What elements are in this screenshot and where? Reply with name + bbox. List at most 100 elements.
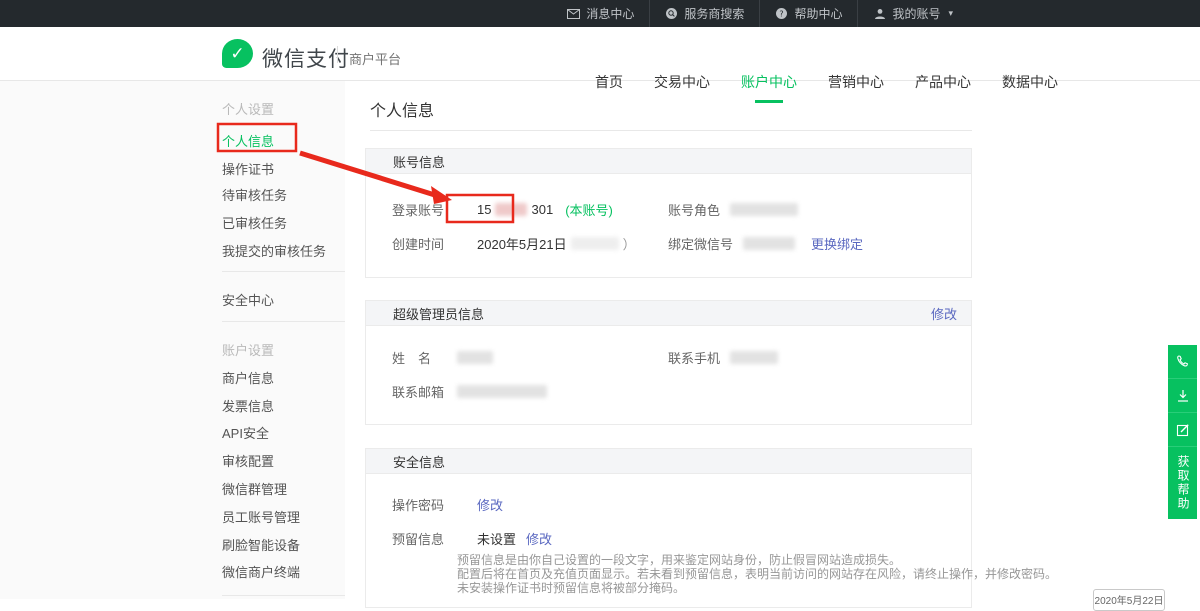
reserved-info-status: 未设置	[477, 529, 516, 548]
created-time-row: 创建时间 2020年5月21日 ）	[392, 234, 636, 253]
sidebar-item-face-devices[interactable]: 刷脸智能设备	[222, 535, 300, 554]
security-info-section-header: 安全信息	[366, 449, 971, 474]
topbar-item-label: 我的账号	[892, 5, 940, 22]
sidebar-divider	[222, 321, 345, 322]
admin-email-row: 联系邮箱	[392, 382, 547, 401]
admin-name-label: 姓 名	[392, 348, 431, 367]
sidebar-item-operation-certificate[interactable]: 操作证书	[222, 159, 274, 178]
admin-phone-row: 联系手机	[668, 348, 778, 367]
topbar-item-label: 帮助中心	[794, 5, 842, 22]
own-account-note: (本账号)	[565, 200, 613, 219]
floating-help-stack: 获取帮助	[1168, 345, 1197, 519]
sidebar-item-security-center[interactable]: 安全中心	[222, 290, 274, 309]
rebind-link[interactable]: 更换绑定	[811, 234, 863, 253]
sidebar-item-pending-review-tasks[interactable]: 待审核任务	[222, 185, 287, 204]
date-tooltip: 2020年5月22日	[1093, 589, 1165, 611]
title-rule	[370, 130, 972, 131]
login-account-redacted	[495, 203, 527, 216]
nav-product-center[interactable]: 产品中心	[915, 54, 971, 109]
account-role-row: 账号角色	[668, 200, 798, 219]
sidebar-item-personal-info[interactable]: 个人信息	[222, 131, 274, 150]
wechat-pay-logo-icon[interactable]: ✓	[222, 39, 253, 68]
sidebar-item-api-security[interactable]: API安全	[222, 423, 269, 442]
bound-wechat-label: 绑定微信号	[668, 234, 733, 253]
admin-modify-link[interactable]: 修改	[931, 304, 957, 323]
sidebar-item-staff-account-mgmt[interactable]: 员工账号管理	[222, 507, 300, 526]
admin-email-redacted	[457, 385, 547, 398]
sidebar-group-account-settings: 账户设置	[222, 340, 274, 359]
sidebar-item-wechat-merchant-terminal[interactable]: 微信商户终端	[222, 562, 300, 581]
account-role-label: 账号角色	[668, 200, 720, 219]
topbar: 消息中心 服务商搜索 ? 帮助中心 我的账号 ▾	[0, 0, 1200, 27]
admin-phone-redacted	[730, 351, 778, 364]
phone-contact-button[interactable]	[1168, 345, 1197, 379]
header: ✓ 微信支付 商户平台 首页 交易中心 账户中心 营销中心 产品中心 数据中心	[0, 27, 1200, 81]
login-account-suffix: 301	[531, 202, 553, 217]
sidebar-item-reviewed-tasks[interactable]: 已审核任务	[222, 213, 287, 232]
admin-email-label: 联系邮箱	[392, 382, 444, 401]
topbar-my-account[interactable]: 我的账号 ▾	[857, 0, 968, 27]
nav-trade-center[interactable]: 交易中心	[654, 54, 710, 109]
chevron-down-icon: ▾	[948, 8, 953, 19]
download-icon	[1176, 389, 1190, 403]
reserved-modify-link[interactable]: 修改	[526, 529, 552, 548]
get-help-button[interactable]: 获取帮助	[1168, 447, 1197, 519]
feedback-edit-icon	[1176, 423, 1190, 437]
account-role-redacted	[730, 203, 798, 216]
created-time-label: 创建时间	[392, 234, 444, 253]
nav-data-center[interactable]: 数据中心	[1002, 54, 1058, 109]
page-title: 个人信息	[370, 97, 434, 121]
section-title: 安全信息	[393, 452, 445, 471]
operation-password-label: 操作密码	[392, 495, 444, 514]
admin-phone-label: 联系手机	[668, 348, 720, 367]
main-nav: 首页 交易中心 账户中心 营销中心 产品中心 数据中心	[595, 54, 1058, 108]
logo-check-glyph: ✓	[230, 44, 244, 64]
login-account-label: 登录账号	[392, 200, 444, 219]
download-button[interactable]	[1168, 379, 1197, 413]
nav-marketing-center[interactable]: 营销中心	[828, 54, 884, 109]
mail-icon	[567, 7, 580, 20]
sidebar-item-review-config[interactable]: 审核配置	[222, 451, 274, 470]
sidebar-item-merchant-info[interactable]: 商户信息	[222, 368, 274, 387]
question-icon: ?	[775, 7, 788, 20]
topbar-item-label: 服务商搜索	[684, 5, 744, 22]
bound-wechat-redacted	[743, 237, 795, 250]
reserved-help-line2: 配置后将在首页及充值页面显示。若未看到预留信息，表明当前访问的网站存在风险，请终…	[457, 567, 1057, 581]
phone-icon	[1175, 354, 1190, 369]
topbar-provider-search[interactable]: 服务商搜索	[649, 0, 759, 27]
created-time-trailing: ）	[623, 234, 636, 253]
sidebar-item-wechat-group-mgmt[interactable]: 微信群管理	[222, 479, 287, 498]
nav-home[interactable]: 首页	[595, 54, 623, 109]
admin-name-redacted	[457, 351, 493, 364]
sidebar-item-invoice-info[interactable]: 发票信息	[222, 396, 274, 415]
reserved-help-line1: 预留信息是由你自己设置的一段文字，用来鉴定网站身份，防止假冒网站造成损失。	[457, 553, 901, 567]
section-title: 账号信息	[393, 152, 445, 171]
reserved-help-line3: 未安装操作证书时预留信息将被部分掩码。	[457, 581, 685, 595]
search-icon	[665, 7, 678, 20]
sidebar: 个人设置 个人信息 操作证书 待审核任务 已审核任务 我提交的审核任务 安全中心…	[0, 81, 345, 599]
sidebar-group-personal-settings: 个人设置	[222, 99, 274, 118]
login-account-row: 登录账号 15 301 (本账号)	[392, 200, 613, 219]
operation-password-row: 操作密码 修改	[392, 495, 503, 514]
sidebar-divider	[222, 595, 345, 596]
topbar-message-center[interactable]: 消息中心	[552, 0, 649, 27]
topbar-help-center[interactable]: ? 帮助中心	[759, 0, 857, 27]
created-time-value: 2020年5月21日	[477, 234, 567, 253]
topbar-item-label: 消息中心	[586, 5, 634, 22]
feedback-button[interactable]	[1168, 413, 1197, 447]
login-account-prefix: 15	[477, 202, 491, 217]
brand-divider	[337, 46, 338, 63]
admin-name-row: 姓 名	[392, 348, 493, 367]
sidebar-item-my-submitted-tasks[interactable]: 我提交的审核任务	[222, 241, 326, 260]
user-icon	[873, 7, 886, 20]
nav-account-center[interactable]: 账户中心	[741, 54, 797, 109]
admin-info-section-header: 超级管理员信息 修改	[366, 301, 971, 326]
sidebar-divider	[222, 271, 345, 272]
password-modify-link[interactable]: 修改	[477, 495, 503, 514]
section-title: 超级管理员信息	[393, 304, 484, 323]
reserved-info-row: 预留信息 未设置 修改	[392, 529, 552, 548]
portal-label: 商户平台	[349, 49, 401, 68]
svg-text:?: ?	[780, 9, 784, 18]
created-time-redacted	[571, 237, 619, 250]
account-info-section-header: 账号信息	[366, 149, 971, 174]
